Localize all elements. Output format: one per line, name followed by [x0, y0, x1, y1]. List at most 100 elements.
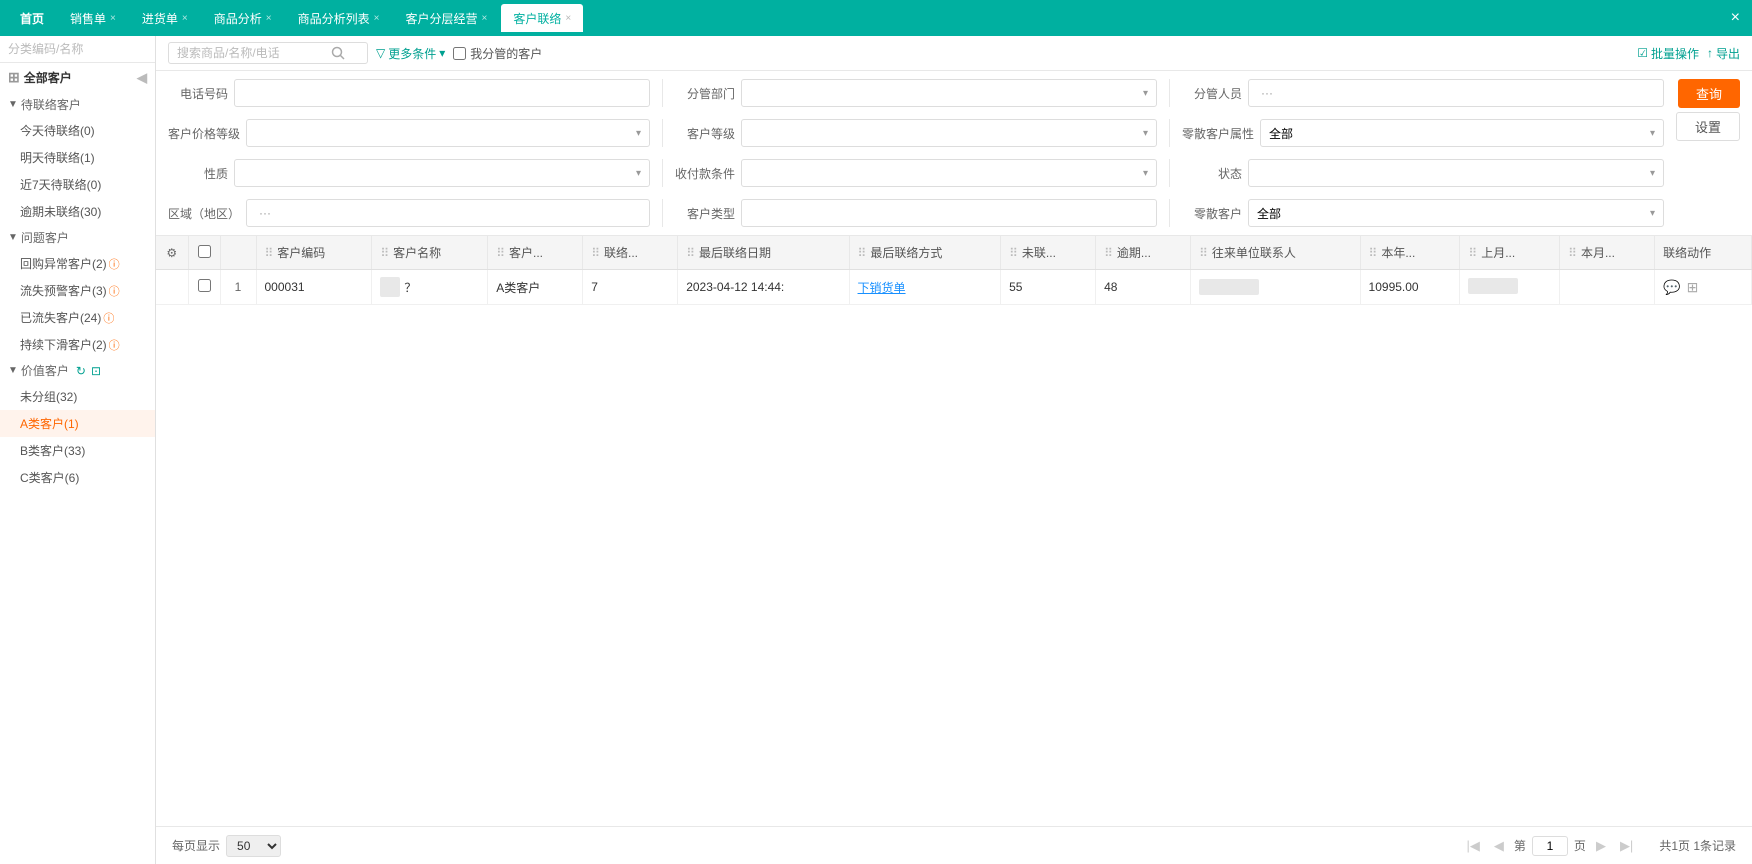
sidebar-item-declining[interactable]: 持续下滑客户(2) ⓘ	[0, 331, 155, 358]
page-label: 第	[1514, 837, 1526, 854]
prev-page-btn[interactable]: ◀	[1490, 836, 1508, 856]
search-icon[interactable]	[331, 46, 345, 60]
filter-customer-level-select[interactable]: ▾	[741, 119, 1157, 147]
filter-row-2: 客户价格等级 ▾ 客户等级	[168, 119, 1664, 147]
select-all-checkbox[interactable]	[198, 245, 211, 258]
window-close-button[interactable]: ×	[1727, 5, 1744, 31]
region-dots-icon[interactable]: ···	[255, 206, 275, 220]
col-category[interactable]: ⠿客户...	[488, 236, 583, 270]
col-overdue[interactable]: ⠿逾期...	[1096, 236, 1191, 270]
per-page-select[interactable]: 10 20 50 100	[226, 835, 281, 857]
row-checkbox[interactable]	[188, 270, 220, 305]
row-last-month	[1460, 270, 1560, 305]
nav-tab-product-list[interactable]: 商品分析列表 ×	[286, 4, 392, 32]
filter-region: 区域（地区） ···	[168, 199, 650, 227]
sidebar-section-pending[interactable]: ▼ 待联络客户	[0, 92, 155, 117]
filter-nature-select[interactable]: ▾	[234, 159, 650, 187]
manager-dots-icon[interactable]: ···	[1257, 86, 1277, 100]
next-page-btn[interactable]: ▶	[1592, 836, 1610, 856]
nav-tab-purchase-label: 进货单	[142, 10, 178, 27]
col-this-year[interactable]: ⠿本年...	[1360, 236, 1460, 270]
col-no-contact[interactable]: ⠿未联...	[1001, 236, 1096, 270]
sidebar-item-repurchase-abnormal[interactable]: 回购异常客户(2) ⓘ	[0, 250, 155, 277]
col-last-contact-method[interactable]: ⠿最后联络方式	[849, 236, 1001, 270]
export-btn[interactable]: ↑ 导出	[1707, 45, 1740, 62]
query-button[interactable]: 查询	[1678, 79, 1740, 108]
my-customer-checkbox[interactable]	[453, 47, 466, 60]
nav-tab-product-analysis[interactable]: 商品分析 ×	[202, 4, 284, 32]
row-no-contact: 55	[1001, 270, 1096, 305]
sidebar-problem-label: 问题客户	[21, 229, 69, 246]
qr-action-icon[interactable]: ⊞	[1687, 279, 1699, 296]
nav-tab-home[interactable]: 首页	[8, 4, 56, 32]
filter-scatter-attr-select[interactable]: 全部 ▾	[1260, 119, 1664, 147]
first-page-btn[interactable]: |◀	[1463, 836, 1484, 856]
search-input[interactable]	[177, 46, 327, 60]
col-last-contact-date[interactable]: ⠿最后联络日期	[678, 236, 849, 270]
sidebar-item-week[interactable]: 近7天待联络(0)	[0, 171, 155, 198]
filter-dept: 分管部门 ▾	[675, 79, 1157, 107]
page-number-input[interactable]	[1532, 836, 1568, 856]
nav-tab-product-analysis-close[interactable]: ×	[266, 13, 272, 24]
filter-payment-select[interactable]: ▾	[741, 159, 1157, 187]
filter-status-select[interactable]: ▾	[1248, 159, 1664, 187]
batch-operation-btn[interactable]: ☑ 批量操作	[1637, 45, 1699, 62]
col-gear[interactable]: ⚙	[156, 236, 188, 270]
col-num	[220, 236, 256, 270]
sidebar-section-problem[interactable]: ▼ 问题客户	[0, 225, 155, 250]
sidebar-item-overdue[interactable]: 逾期未联络(30)	[0, 198, 155, 225]
row-contacts: 7	[583, 270, 678, 305]
col-code[interactable]: ⠿客户编码	[256, 236, 372, 270]
filter-customer-type-input[interactable]	[741, 199, 1157, 227]
sidebar-item-a-class[interactable]: A类客户(1)	[0, 410, 155, 437]
pagination-bar: 每页显示 10 20 50 100 |◀ ◀ 第 页 ▶ ▶| 共1页 1条记录	[156, 826, 1752, 864]
price-level-chevron-icon: ▾	[636, 128, 641, 139]
nav-tab-purchase-close[interactable]: ×	[182, 13, 188, 24]
filter-region-input[interactable]: ···	[246, 199, 650, 227]
filter-manager-input[interactable]: ···	[1248, 79, 1664, 107]
nav-tab-sales[interactable]: 销售单 ×	[58, 4, 128, 32]
sidebar-item-ungrouped[interactable]: 未分组(32)	[0, 383, 155, 410]
pagination-right: |◀ ◀ 第 页 ▶ ▶| 共1页 1条记录	[1463, 836, 1736, 856]
col-this-month[interactable]: ⠿本月...	[1560, 236, 1655, 270]
row-select-checkbox[interactable]	[198, 279, 211, 292]
filter-customer-type: 客户类型	[675, 199, 1157, 227]
nav-tab-customer-segment[interactable]: 客户分层经营 ×	[393, 4, 499, 32]
nav-tab-product-list-close[interactable]: ×	[374, 13, 380, 24]
filter-scatter-customer-select[interactable]: 全部 ▾	[1248, 199, 1664, 227]
filter-nature: 性质 ▾	[168, 159, 650, 187]
col-last-month[interactable]: ⠿上月...	[1460, 236, 1560, 270]
more-filters-btn[interactable]: ▽ 更多条件 ▾	[376, 45, 445, 62]
sidebar-item-c-class[interactable]: C类客户(6)	[0, 464, 155, 491]
row-last-contact-method[interactable]: 下销货单	[849, 270, 1001, 305]
contact-action-icon[interactable]: 💬	[1663, 279, 1680, 296]
filter-dept-select[interactable]: ▾	[741, 79, 1157, 107]
value-settings-icon[interactable]: ⊡	[91, 364, 101, 378]
col-unit-contacts[interactable]: ⠿往来单位联系人	[1191, 236, 1360, 270]
value-refresh-icon[interactable]: ↻	[76, 364, 86, 378]
sidebar-item-b-class[interactable]: B类客户(33)	[0, 437, 155, 464]
filter-scatter-customer: 零散客户 全部 ▾	[1182, 199, 1664, 227]
setting-button[interactable]: 设置	[1676, 112, 1740, 141]
sidebar-item-churn-warning[interactable]: 流失预警客户(3) ⓘ	[0, 277, 155, 304]
sidebar-collapse-icon[interactable]: ◀	[137, 70, 147, 86]
contact-method-link[interactable]: 下销货单	[858, 281, 906, 295]
col-checkbox-header[interactable]	[188, 236, 220, 270]
sidebar-item-today[interactable]: 今天待联络(0)	[0, 117, 155, 144]
col-name[interactable]: ⠿客户名称	[372, 236, 488, 270]
sidebar-item-tomorrow[interactable]: 明天待联络(1)	[0, 144, 155, 171]
table-wrapper[interactable]: ⚙ ⠿客户编码 ⠿客户名称 ⠿客户... ⠿联络... ⠿最后联络日期 ⠿最后联…	[156, 236, 1752, 826]
filter-price-level-select[interactable]: ▾	[246, 119, 650, 147]
col-contacts[interactable]: ⠿联络...	[583, 236, 678, 270]
nav-tab-customer-contact-close[interactable]: ×	[565, 13, 571, 24]
nav-tab-customer-segment-close[interactable]: ×	[481, 13, 487, 24]
sidebar-all-customers[interactable]: ⊞ 全部客户 ◀	[0, 63, 155, 92]
nav-tab-purchase[interactable]: 进货单 ×	[130, 4, 200, 32]
last-page-btn[interactable]: ▶|	[1616, 836, 1637, 856]
sidebar-item-churned[interactable]: 已流失客户(24) ⓘ	[0, 304, 155, 331]
sidebar-search-input[interactable]	[8, 42, 156, 56]
filter-phone-input[interactable]	[234, 79, 650, 107]
sidebar-section-value[interactable]: ▼ 价值客户 ↻ ⊡	[0, 358, 155, 383]
nav-tab-sales-close[interactable]: ×	[110, 13, 116, 24]
nav-tab-customer-contact[interactable]: 客户联络 ×	[501, 4, 583, 32]
